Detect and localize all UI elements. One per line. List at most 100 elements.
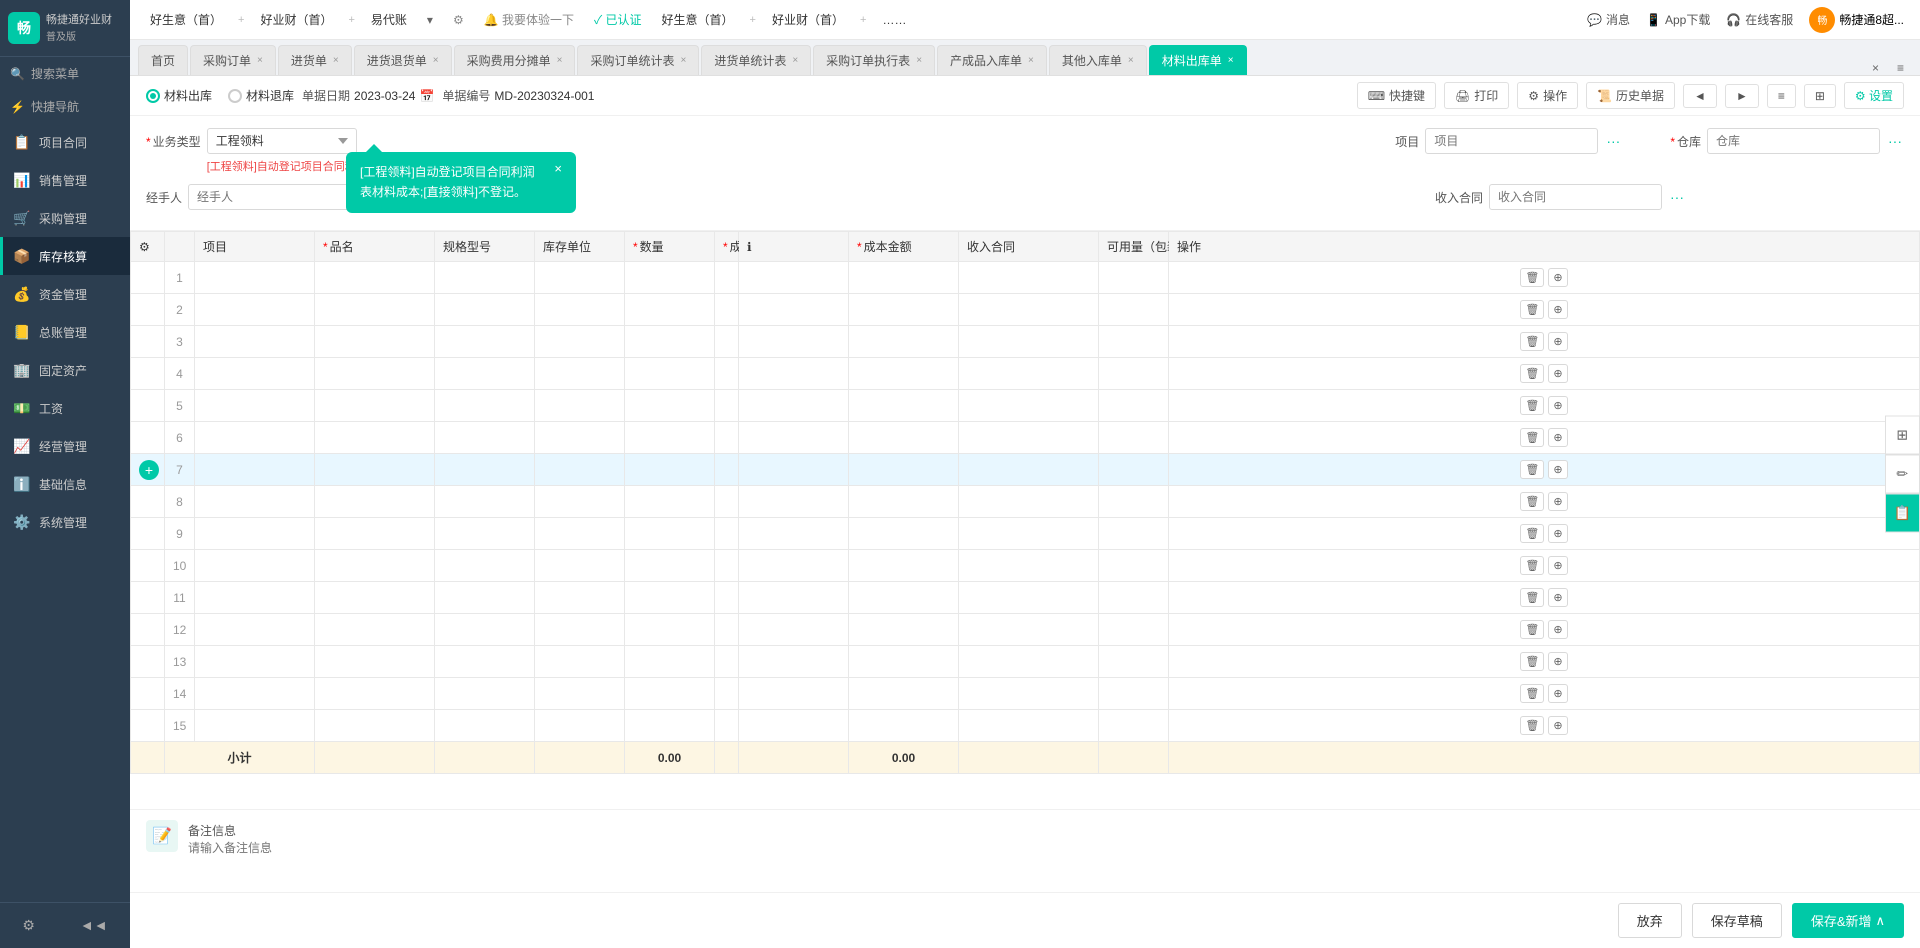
row-copy-btn[interactable]: ⊕ — [1548, 556, 1567, 575]
tab-purchase-stats[interactable]: 采购订单统计表 × — [577, 45, 699, 75]
quick-key-btn[interactable]: ⌨ 快捷键 — [1357, 82, 1436, 109]
topbar-dropdown-btn[interactable]: ▾ — [423, 11, 437, 29]
discard-button[interactable]: 放弃 — [1618, 903, 1682, 938]
topbar-message[interactable]: 💬 消息 — [1587, 11, 1630, 28]
calendar-icon[interactable]: 📅 — [419, 89, 434, 103]
row-copy-btn[interactable]: ⊕ — [1548, 620, 1567, 639]
tab-other-in[interactable]: 其他入库单 × — [1049, 45, 1147, 75]
sidebar-settings-btn[interactable]: ⚙ — [16, 911, 41, 940]
topbar-haoshengyi2[interactable]: 好生意（首） — [658, 9, 738, 30]
tab-material-out[interactable]: 材料出库单 × — [1149, 45, 1247, 75]
sidebar-item-system[interactable]: ⚙️ 系统管理 — [0, 503, 130, 541]
tab-incoming-stats[interactable]: 进货单统计表 × — [701, 45, 811, 75]
row-delete-btn[interactable]: 🗑 — [1520, 652, 1544, 671]
sidebar-item-purchase[interactable]: 🛒 采购管理 — [0, 199, 130, 237]
col-gear[interactable]: ⚙ — [131, 232, 165, 262]
sidebar-item-search[interactable]: 🔍 搜索菜单 — [0, 57, 130, 90]
handler-input[interactable] — [188, 184, 361, 210]
close-material-out-icon[interactable]: × — [1228, 55, 1234, 66]
topbar-more[interactable]: …… — [878, 11, 910, 29]
row-copy-btn[interactable]: ⊕ — [1548, 684, 1567, 703]
sidebar-item-ledger[interactable]: 📒 总账管理 — [0, 313, 130, 351]
row-delete-btn[interactable]: 🗑 — [1520, 684, 1544, 703]
row-delete-btn[interactable]: 🗑 — [1520, 268, 1544, 287]
sidebar-item-finance[interactable]: 💰 资金管理 — [0, 275, 130, 313]
warehouse-dots-btn[interactable]: ··· — [1886, 133, 1904, 149]
close-finished-goods-icon[interactable]: × — [1028, 55, 1034, 66]
tab-finished-goods[interactable]: 产成品入库单 × — [937, 45, 1047, 75]
close-other-in-icon[interactable]: × — [1128, 55, 1134, 66]
save-draft-button[interactable]: 保存草稿 — [1692, 903, 1782, 938]
tab-incoming[interactable]: 进货单 × — [278, 45, 352, 75]
float-icon-1[interactable]: ⊞ — [1885, 416, 1920, 455]
row-delete-btn[interactable]: 🗑 — [1520, 716, 1544, 735]
business-type-select[interactable]: 工程领料 直接领料 — [207, 128, 357, 154]
row-project-input[interactable] — [203, 463, 306, 477]
row-delete-btn[interactable]: 🗑 — [1520, 364, 1544, 383]
radio-material-out[interactable]: 材料出库 — [146, 87, 212, 104]
nav-next-btn[interactable]: ► — [1725, 84, 1759, 108]
row-copy-btn[interactable]: ⊕ — [1548, 428, 1567, 447]
close-purchase-stats-icon[interactable]: × — [680, 55, 686, 66]
tab-home[interactable]: 首页 — [138, 45, 188, 75]
row-copy-btn[interactable]: ⊕ — [1548, 492, 1567, 511]
close-incoming-icon[interactable]: × — [333, 55, 339, 66]
tab-purchase-fee[interactable]: 采购费用分摊单 × — [454, 45, 576, 75]
close-return-icon[interactable]: × — [433, 55, 439, 66]
topbar-haoyecai[interactable]: 好业财（首） — [256, 9, 336, 30]
topbar-user[interactable]: 畅 畅捷通8超... — [1809, 7, 1904, 33]
project-input[interactable] — [1425, 128, 1598, 154]
row-copy-btn[interactable]: ⊕ — [1548, 364, 1567, 383]
income-contract-input[interactable] — [1489, 184, 1662, 210]
row-delete-btn[interactable]: 🗑 — [1520, 428, 1544, 447]
sidebar-collapse-btn[interactable]: ◄◄ — [74, 911, 114, 940]
row-delete-btn[interactable]: 🗑 — [1520, 524, 1544, 543]
sidebar-item-operations[interactable]: 📈 经营管理 — [0, 427, 130, 465]
add-row-btn[interactable]: + — [139, 460, 159, 480]
tab-menu-btn[interactable]: ≡ — [1889, 61, 1912, 75]
tab-order-exec[interactable]: 采购订单执行表 × — [813, 45, 935, 75]
tab-purchase-order[interactable]: 采购订单 × — [190, 45, 276, 75]
row-copy-btn[interactable]: ⊕ — [1548, 396, 1567, 415]
sidebar-item-inventory[interactable]: 📦 库存核算 — [0, 237, 130, 275]
notes-input[interactable] — [188, 839, 348, 879]
view-grid-btn[interactable]: ⊞ — [1804, 84, 1836, 108]
topbar-settings-icon[interactable]: ⚙ — [449, 11, 468, 29]
warehouse-input[interactable] — [1707, 128, 1880, 154]
row-name-input-cell[interactable] — [315, 454, 435, 486]
row-copy-btn[interactable]: ⊕ — [1548, 652, 1567, 671]
close-order-exec-icon[interactable]: × — [916, 55, 922, 66]
row-copy-btn[interactable]: ⊕ — [1548, 332, 1567, 351]
row-copy-btn[interactable]: ⊕ — [1548, 300, 1567, 319]
settings-display-btn[interactable]: ⚙ 设置 — [1844, 82, 1904, 109]
sidebar-item-quick-nav[interactable]: ⚡ 快捷导航 — [0, 90, 130, 123]
tab-close-all-btn[interactable]: × — [1864, 61, 1887, 75]
row-delete-btn[interactable]: 🗑 — [1520, 492, 1544, 511]
topbar-haoyecai2[interactable]: 好业财（首） — [768, 9, 848, 30]
row-copy-btn[interactable]: ⊕ — [1548, 268, 1567, 287]
save-new-button[interactable]: 保存&新增 ∧ — [1792, 903, 1904, 938]
row-delete-btn[interactable]: 🗑 — [1520, 556, 1544, 575]
row-delete-btn[interactable]: 🗑 — [1520, 396, 1544, 415]
float-icon-2[interactable]: ✏ — [1885, 455, 1920, 494]
tooltip-close-btn[interactable]: × — [554, 162, 562, 175]
sidebar-item-basic-info[interactable]: ℹ️ 基础信息 — [0, 465, 130, 503]
nav-prev-btn[interactable]: ◄ — [1683, 84, 1717, 108]
row-copy-btn[interactable]: ⊕ — [1548, 460, 1567, 479]
project-dots-btn[interactable]: ··· — [1604, 133, 1622, 149]
sidebar-item-assets[interactable]: 🏢 固定资产 — [0, 351, 130, 389]
row-copy-btn[interactable]: ⊕ — [1548, 588, 1567, 607]
close-incoming-stats-icon[interactable]: × — [792, 55, 798, 66]
row-delete-btn[interactable]: 🗑 — [1520, 300, 1544, 319]
row-delete-btn[interactable]: 🗑 — [1520, 332, 1544, 351]
row-name-input[interactable] — [323, 463, 426, 477]
topbar-haoshengyi[interactable]: 好生意（首） — [146, 9, 226, 30]
radio-material-return[interactable]: 材料退库 — [228, 87, 294, 104]
close-purchase-fee-icon[interactable]: × — [557, 55, 563, 66]
history-btn[interactable]: 📜 历史单据 — [1586, 82, 1675, 109]
sidebar-item-salary[interactable]: 💵 工资 — [0, 389, 130, 427]
view-list-btn[interactable]: ≡ — [1767, 84, 1796, 108]
print-btn[interactable]: 🖨 打印 — [1444, 82, 1509, 109]
row-delete-btn[interactable]: 🗑 — [1520, 588, 1544, 607]
topbar-yidaizhang[interactable]: 易代账 — [367, 9, 411, 30]
